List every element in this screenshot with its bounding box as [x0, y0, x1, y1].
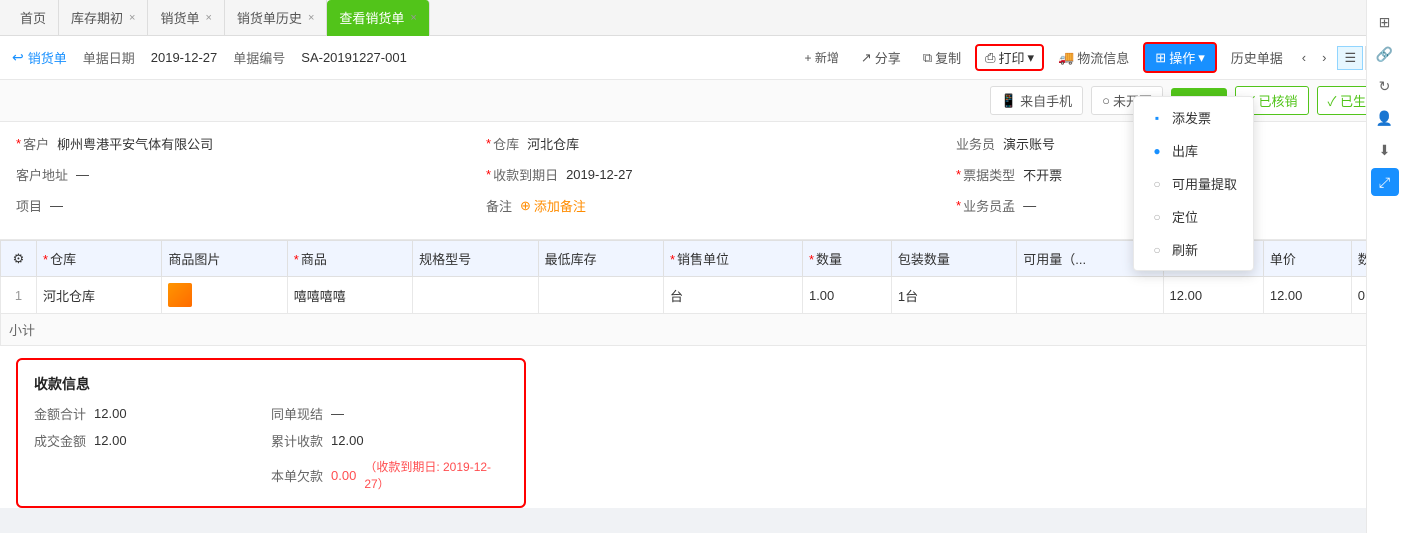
- dropdown-refresh[interactable]: ○ 刷新: [1134, 233, 1253, 266]
- tab-home[interactable]: 首页: [8, 0, 59, 36]
- toolbar-actions: + 新增 ↗ 分享 ⧉ 复制 ⎙ 打印 ▾ 🚚 物流信息 ⊞ 操作 ▾: [797, 42, 1390, 73]
- dropdown-add-invoice[interactable]: ▪ 添发票: [1134, 101, 1253, 134]
- sidebar-expand-icon[interactable]: ⤢: [1371, 168, 1399, 196]
- address-field: 客户地址 —: [16, 165, 446, 184]
- payment-info-box: 收款信息 金额合计 12.00 同单现结 — 成交金额 12.00 累计收款 1…: [16, 358, 526, 508]
- row-warehouse: 河北仓库: [37, 277, 162, 314]
- list-view-button[interactable]: ☰: [1337, 46, 1363, 70]
- subtotal-row: 小计: [1, 314, 1402, 346]
- sidebar-table-icon[interactable]: ⊞: [1371, 8, 1399, 36]
- deal-amount-row: 成交金额 12.00: [34, 431, 271, 450]
- pkg-qty-col-header: 包装数量: [891, 241, 1016, 277]
- copy-button[interactable]: ⧉ 复制: [915, 45, 969, 70]
- total-amount-row: 金额合计 12.00: [34, 404, 271, 423]
- logistics-icon: 🚚: [1058, 50, 1074, 66]
- doc-title: ↩ 销货单: [12, 48, 67, 67]
- sidebar-refresh-icon[interactable]: ↻: [1371, 72, 1399, 100]
- add-note-button[interactable]: ⊕ 添加备注: [520, 196, 586, 215]
- qty-col-header: *数量: [802, 241, 891, 277]
- add-invoice-icon: ▪: [1150, 111, 1164, 125]
- unit-col-header: *销售单位: [663, 241, 802, 277]
- row-spec: [413, 277, 538, 314]
- refresh-dropdown-icon: ○: [1150, 243, 1164, 257]
- toolbar: ↩ 销货单 单据日期 2019-12-27 单据编号 SA-20191227-0…: [0, 36, 1402, 80]
- print-dropdown-icon: ▾: [1028, 50, 1035, 66]
- operate-button[interactable]: ⊞ 操作 ▾: [1143, 42, 1216, 73]
- payment-info-grid: 金额合计 12.00 同单现结 — 成交金额 12.00 累计收款 12.00 …: [34, 404, 508, 492]
- image-col-header: 商品图片: [162, 241, 287, 277]
- right-sidebar: ⊞ 🔗 ↻ 👤 ⬇ ⤢: [1366, 0, 1402, 533]
- operate-icon: ⊞: [1155, 50, 1166, 66]
- min-stock-col-header: 最低库存: [538, 241, 663, 277]
- copy-icon: ⧉: [923, 50, 932, 66]
- position-icon: ○: [1150, 210, 1164, 224]
- sidebar-user-icon[interactable]: 👤: [1371, 104, 1399, 132]
- owed-row: 本单欠款 0.00 （收款到期日: 2019-12-27）: [271, 458, 508, 492]
- payment-info-title: 收款信息: [34, 374, 508, 394]
- dropdown-outbound[interactable]: ● 出库: [1134, 134, 1253, 167]
- row-num: 1: [1, 277, 37, 314]
- table-row: 1 河北仓库 嘻嘻嘻嘻 台 1.00 1台 12.00 12.00 0.: [1, 277, 1402, 314]
- warehouse-col-header: *仓库: [37, 241, 162, 277]
- cumulative-row: 累计收款 12.00: [271, 431, 508, 450]
- doc-meta: 单据日期 2019-12-27 单据编号 SA-20191227-001: [83, 48, 797, 67]
- logistics-button[interactable]: 🚚 物流信息: [1050, 45, 1137, 70]
- row-unit-price: 12.00: [1263, 277, 1351, 314]
- dropdown-position[interactable]: ○ 定位: [1134, 200, 1253, 233]
- spec-col-header: 规格型号: [413, 241, 538, 277]
- unit-price-col-header: 单价: [1263, 241, 1351, 277]
- row-current-stock: 12.00: [1163, 277, 1263, 314]
- tab-sales-order-history[interactable]: 销货单历史 ×: [225, 0, 327, 36]
- settings-col-header: ⚙: [1, 241, 37, 277]
- operate-dropdown-menu: ▪ 添发票 ● 出库 ○ 可用量提取 ○ 定位 ○ 刷新: [1133, 96, 1254, 271]
- product-col-header: *商品: [287, 241, 412, 277]
- project-field: 项目 —: [16, 196, 446, 215]
- note-field: 备注 ⊕ 添加备注: [486, 196, 916, 215]
- new-button[interactable]: + 新增: [797, 46, 847, 69]
- sidebar-link-icon[interactable]: 🔗: [1371, 40, 1399, 68]
- subtotal-label: 小计: [1, 314, 1402, 346]
- close-inventory-init[interactable]: ×: [129, 12, 135, 24]
- row-unit: 台: [663, 277, 802, 314]
- close-sales-order-history[interactable]: ×: [308, 12, 314, 24]
- add-note-icon: ⊕: [520, 198, 531, 214]
- customer-field: * 客户 柳州粤港平安气体有限公司: [16, 134, 446, 153]
- doc-title-icon: ↩: [12, 49, 24, 66]
- sidebar-download-icon[interactable]: ⬇: [1371, 136, 1399, 164]
- row-pkg-qty: 1台: [891, 277, 1016, 314]
- settle-row: 同单现结 —: [271, 404, 508, 423]
- print-button[interactable]: ⎙ 打印 ▾: [975, 44, 1044, 71]
- product-image: [168, 283, 192, 307]
- outbound-icon: ●: [1150, 144, 1164, 158]
- row-qty: 1.00: [802, 277, 891, 314]
- dropdown-available-extract[interactable]: ○ 可用量提取: [1134, 167, 1253, 200]
- row-product: 嘻嘻嘻嘻: [287, 277, 412, 314]
- share-icon: ↗: [861, 50, 872, 66]
- phone-icon: 📱: [1001, 93, 1017, 109]
- tab-inventory-init[interactable]: 库存期初 ×: [59, 0, 148, 36]
- payment-date-field: * 收款到期日 2019-12-27: [486, 165, 916, 184]
- row-image: [162, 277, 287, 314]
- available-extract-icon: ○: [1150, 177, 1164, 191]
- operate-dropdown-icon: ▾: [1198, 50, 1205, 66]
- next-button[interactable]: ›: [1317, 47, 1331, 68]
- from-phone-button[interactable]: 📱 来自手机: [990, 86, 1083, 115]
- print-icon: ⎙: [985, 50, 995, 66]
- ticket-icon: ○: [1102, 93, 1110, 108]
- history-button[interactable]: 历史单据: [1223, 45, 1291, 70]
- share-button[interactable]: ↗ 分享: [853, 45, 909, 70]
- prev-button[interactable]: ‹: [1297, 47, 1311, 68]
- row-available: [1017, 277, 1163, 314]
- warehouse-field: * 仓库 河北仓库: [486, 134, 916, 153]
- tab-sales-order[interactable]: 销货单 ×: [148, 0, 224, 36]
- row-min-stock: [538, 277, 663, 314]
- close-view-sales-order[interactable]: ×: [410, 12, 416, 24]
- tab-view-sales-order[interactable]: 查看销货单 ×: [327, 0, 429, 36]
- close-sales-order[interactable]: ×: [205, 12, 211, 24]
- tab-bar: 首页 库存期初 × 销货单 × 销货单历史 × 查看销货单 × ×: [0, 0, 1402, 36]
